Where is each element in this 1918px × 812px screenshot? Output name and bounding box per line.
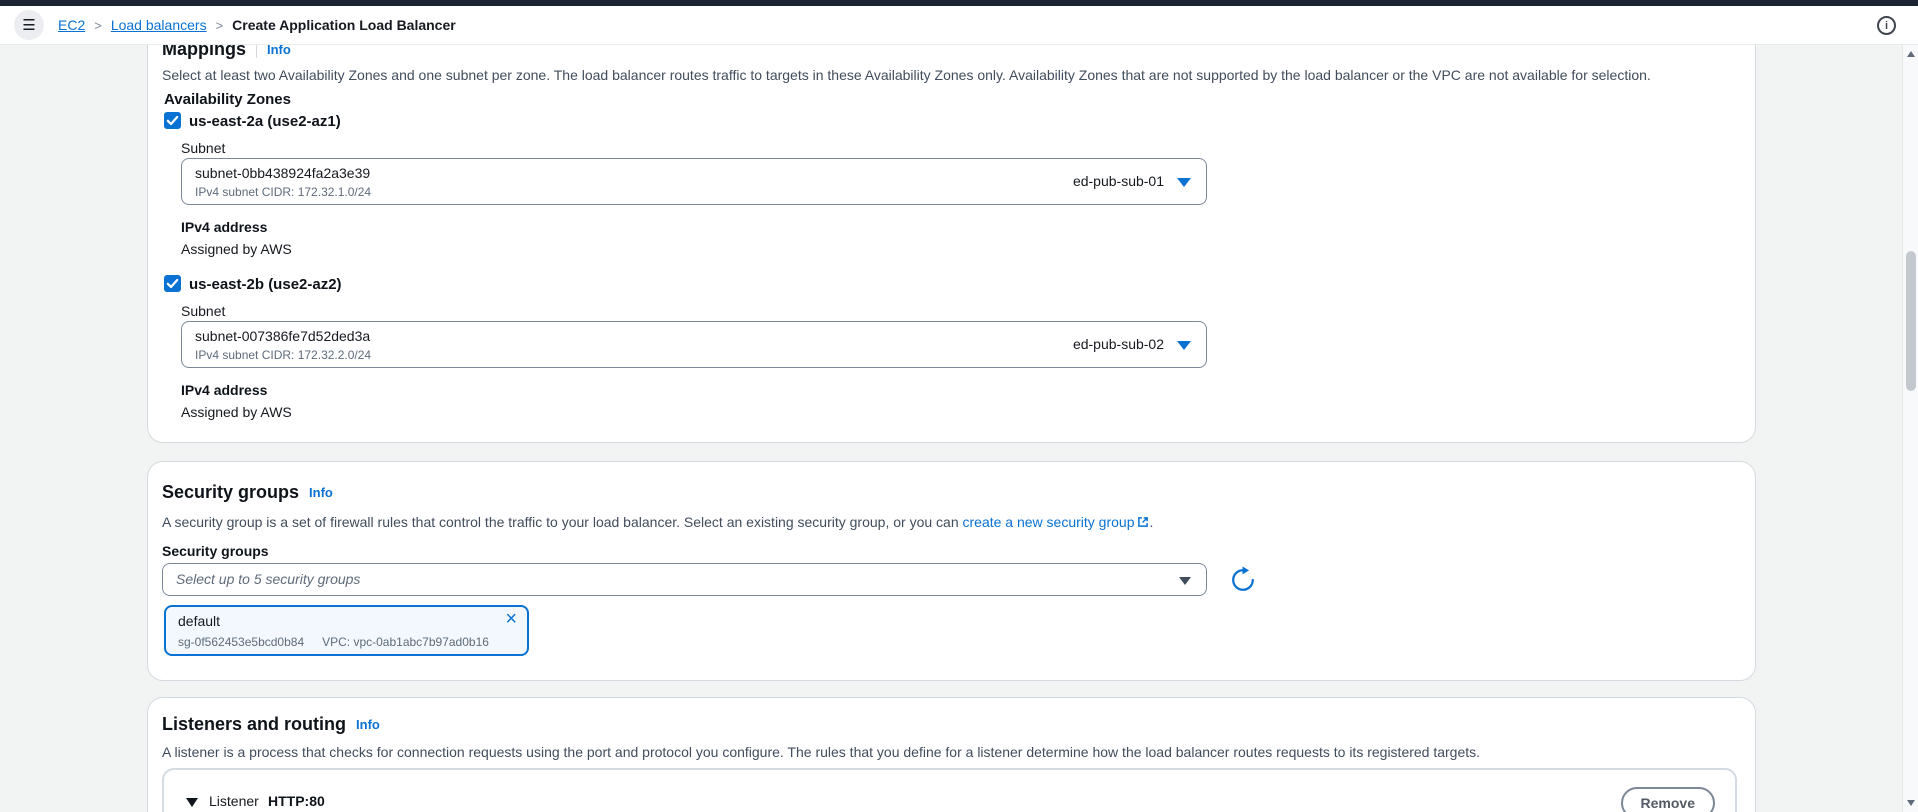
remove-listener-button[interactable]: Remove — [1620, 787, 1715, 812]
refresh-button[interactable] — [1226, 563, 1259, 596]
listeners-title: Listeners and routing — [162, 714, 347, 734]
breadcrumb-ec2[interactable]: EC2 — [58, 17, 85, 33]
caret-down-icon — [1177, 178, 1191, 187]
breadcrumb-current-page: Create Application Load Balancer — [232, 17, 456, 33]
external-link-icon — [1137, 515, 1149, 531]
scrollbar-thumb[interactable] — [1906, 251, 1916, 391]
az1-ipv4-value: Assigned by AWS — [181, 241, 292, 257]
token-sg-id: sg-0f562453e5bcd0b84 — [178, 635, 305, 649]
token-name: default — [178, 613, 221, 629]
security-groups-header: Security groups Info — [162, 482, 333, 503]
az2-ipv4-value: Assigned by AWS — [181, 404, 292, 420]
listeners-card: Listeners and routing Info A listener is… — [147, 697, 1756, 812]
caret-down-icon — [1177, 341, 1191, 350]
vertical-scrollbar[interactable] — [1902, 45, 1918, 812]
close-icon[interactable]: × — [505, 608, 517, 631]
availability-zones-label: Availability Zones — [164, 91, 291, 108]
az1-subnet-select[interactable]: subnet-0bb438924fa2a3e39 IPv4 subnet CID… — [181, 158, 1207, 205]
security-groups-placeholder: Select up to 5 security groups — [176, 571, 361, 587]
security-group-token: default × sg-0f562453e5bcd0b84 VPC: vpc-… — [164, 605, 529, 656]
description-text: . — [1149, 514, 1154, 530]
az2-label[interactable]: us-east-2b (use2-az2) — [189, 276, 342, 293]
scroll-down-icon[interactable] — [1907, 800, 1915, 806]
chevron-right-icon: > — [215, 17, 224, 33]
az2-ipv4-label: IPv4 address — [181, 382, 268, 398]
top-navigation-strip — [0, 0, 1918, 6]
az1-subnet-label: Subnet — [181, 140, 226, 156]
az1-subnet-cidr: IPv4 subnet CIDR: 172.32.1.0/24 — [195, 185, 372, 199]
security-groups-select[interactable]: Select up to 5 security groups — [162, 563, 1207, 596]
az2-subnet-select[interactable]: subnet-007386fe7d52ded3a IPv4 subnet CID… — [181, 321, 1207, 368]
az1-subnet-id: subnet-0bb438924fa2a3e39 — [195, 165, 371, 181]
scroll-up-icon[interactable] — [1907, 51, 1915, 57]
security-groups-info-link[interactable]: Info — [309, 485, 333, 500]
token-meta: sg-0f562453e5bcd0b84 VPC: vpc-0ab1abc7b9… — [178, 635, 489, 649]
mappings-description: Select at least two Availability Zones a… — [162, 67, 1651, 83]
hamburger-icon: ☰ — [22, 17, 36, 34]
listener-label: Listener — [209, 793, 259, 809]
az2-checkbox[interactable] — [164, 275, 181, 292]
listener-panel: Listener HTTP:80 Remove — [162, 768, 1737, 812]
mappings-card: Mappings Info Select at least two Availa… — [147, 30, 1756, 443]
create-alb-page: ☰ EC2 > Load balancers > Create Applicat… — [0, 0, 1918, 812]
expand-caret-icon[interactable] — [186, 798, 198, 807]
breadcrumb-bar: ☰ EC2 > Load balancers > Create Applicat… — [0, 6, 1918, 45]
info-icon[interactable]: i — [1877, 16, 1896, 35]
token-vpc: VPC: vpc-0ab1abc7b97ad0b16 — [322, 635, 489, 649]
security-groups-description: A security group is a set of firewall ru… — [162, 514, 1153, 531]
description-text: A security group is a set of firewall ru… — [162, 514, 963, 530]
listeners-info-link[interactable]: Info — [356, 717, 380, 732]
az2-subnet-tag: ed-pub-sub-02 — [1072, 336, 1164, 352]
az2-subnet-label: Subnet — [181, 303, 226, 319]
az1-checkbox[interactable] — [164, 112, 181, 129]
refresh-icon — [1231, 565, 1254, 591]
az1-ipv4-label: IPv4 address — [181, 219, 268, 235]
az1-label[interactable]: us-east-2a (use2-az1) — [189, 113, 341, 130]
security-groups-select-label: Security groups — [162, 543, 269, 559]
chevron-right-icon: > — [94, 17, 102, 33]
listeners-description: A listener is a process that checks for … — [162, 744, 1481, 760]
az2-subnet-id: subnet-007386fe7d52ded3a — [195, 328, 371, 344]
listeners-header: Listeners and routing Info — [162, 714, 380, 735]
security-groups-title: Security groups — [162, 482, 300, 502]
hamburger-menu-button[interactable]: ☰ — [14, 10, 44, 40]
listener-protocol-port: HTTP:80 — [268, 793, 325, 809]
security-groups-card: Security groups Info A security group is… — [147, 461, 1756, 681]
caret-down-icon — [1179, 577, 1191, 585]
create-security-group-link[interactable]: create a new security group — [963, 514, 1135, 530]
az2-subnet-cidr: IPv4 subnet CIDR: 172.32.2.0/24 — [195, 348, 372, 362]
breadcrumb: EC2 > Load balancers > Create Applicatio… — [58, 17, 456, 33]
breadcrumb-load-balancers[interactable]: Load balancers — [111, 17, 207, 33]
az1-subnet-tag: ed-pub-sub-01 — [1072, 173, 1164, 189]
